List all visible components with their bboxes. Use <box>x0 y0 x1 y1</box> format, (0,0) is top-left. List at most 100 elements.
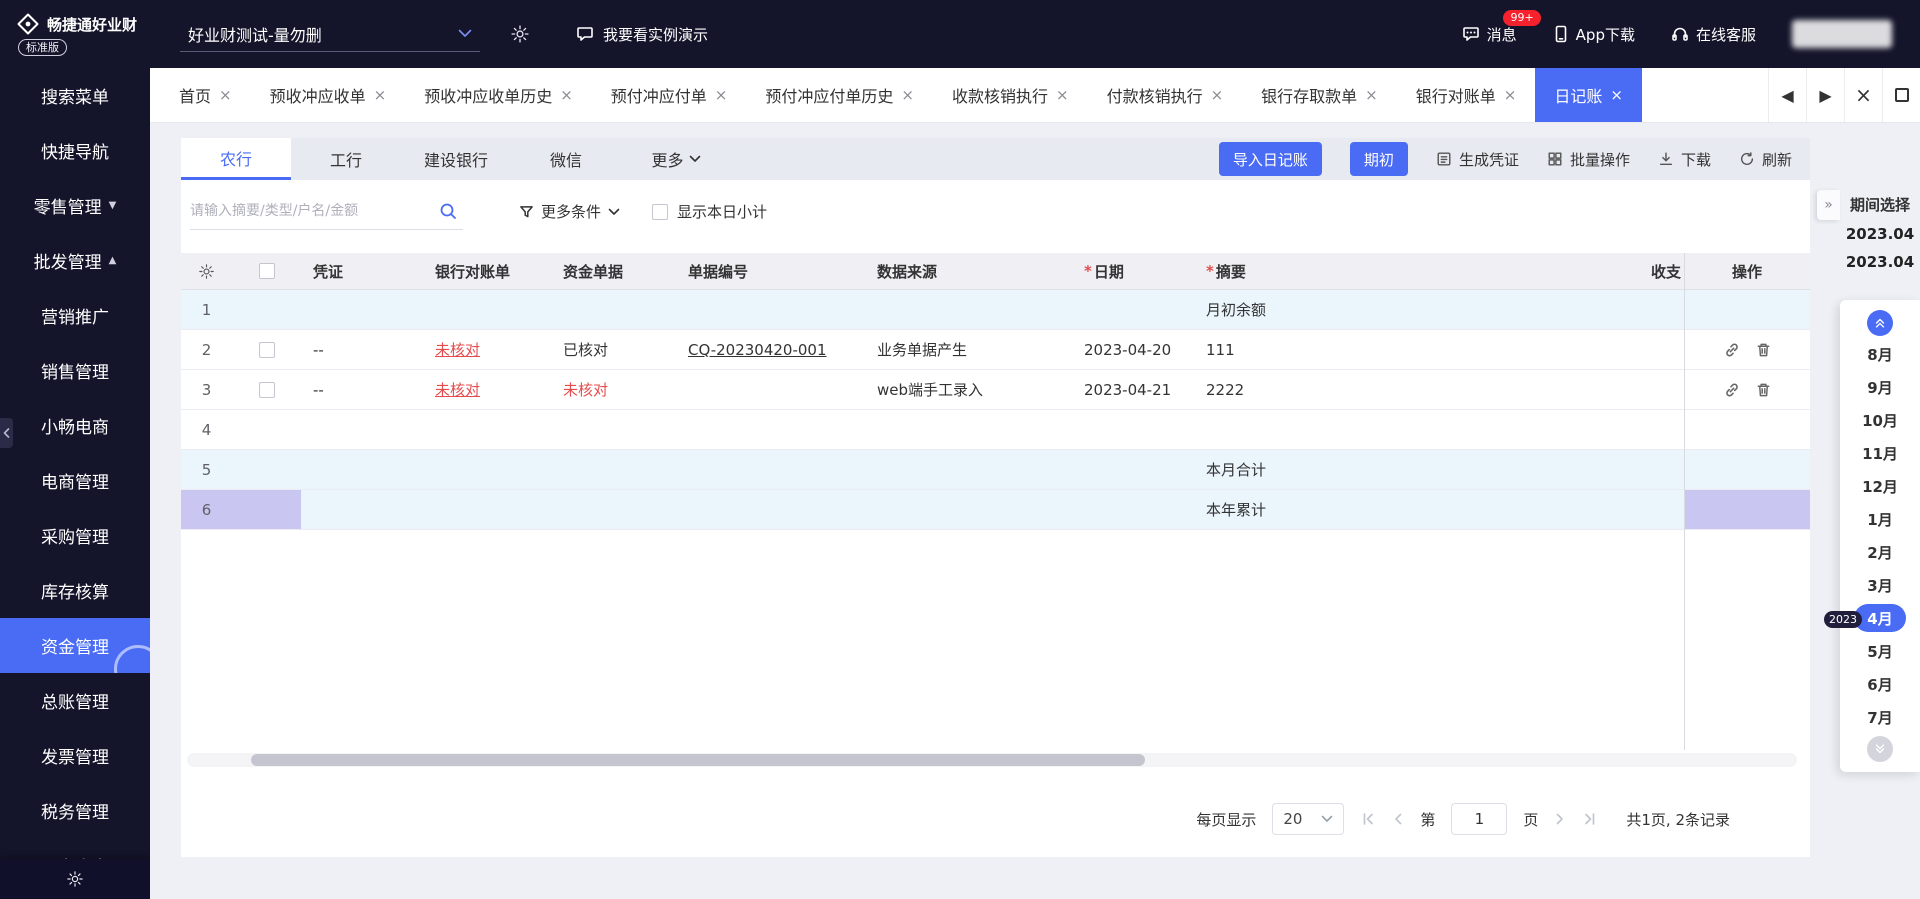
sidebar-item-sales-mgmt[interactable]: 销售管理 <box>0 343 150 398</box>
tab-close-icon[interactable]: × <box>1504 86 1517 104</box>
messages-button[interactable]: 消息 99+ <box>1462 9 1541 45</box>
tab-close-icon[interactable]: × <box>219 86 232 104</box>
more-conditions-button[interactable]: 更多条件 <box>519 201 620 222</box>
tab-close-icon[interactable]: × <box>374 86 387 104</box>
trash-icon[interactable] <box>1756 382 1771 398</box>
page-number-input[interactable] <box>1451 803 1508 835</box>
sidebar-item-quick-nav[interactable]: 快捷导航 <box>0 123 150 178</box>
tab-scroll-left-button[interactable]: ◀ <box>1768 68 1806 122</box>
sidebar-item-inventory-accounting[interactable]: 库存核算 <box>0 563 150 618</box>
tab-close-icon[interactable]: × <box>715 86 728 104</box>
sidebar-item-marketing[interactable]: 营销推广 <box>0 288 150 343</box>
sidebar-item-fund-mgmt[interactable]: 资金管理 <box>0 618 150 673</box>
tab-bank-statement[interactable]: 银行对账单 × <box>1397 68 1536 122</box>
prev-page-button[interactable] <box>1392 811 1404 827</box>
tab-prepayment-writeoff-history[interactable]: 预付冲应付单历史 × <box>746 68 933 122</box>
tab-prereceipt-writeoff-history[interactable]: 预收冲应收单历史 × <box>405 68 592 122</box>
month-item[interactable]: 11月 <box>1840 437 1920 470</box>
month-item[interactable]: 8月 <box>1840 338 1920 371</box>
sidebar-item-search-menu[interactable]: 搜索菜单 <box>0 68 150 123</box>
app-download-button[interactable]: App下载 <box>1553 24 1635 45</box>
period-collapse-handle[interactable]: » <box>1817 190 1840 220</box>
batch-operations-button[interactable]: 批量操作 <box>1547 149 1630 170</box>
month-item[interactable]: 9月 <box>1840 371 1920 404</box>
trash-icon[interactable] <box>1756 342 1771 358</box>
user-name-blurred[interactable] <box>1792 20 1892 48</box>
table-row-year-total[interactable]: 6 本年累计 <box>181 490 1810 530</box>
sidebar-item-tax-mgmt[interactable]: 税务管理 <box>0 783 150 838</box>
download-button[interactable]: 下载 <box>1658 149 1711 170</box>
horizontal-scrollbar-track[interactable] <box>187 753 1797 767</box>
row-number: 1 <box>181 290 232 329</box>
subtab-abc-bank[interactable]: 农行 <box>181 138 291 180</box>
search-input[interactable] <box>190 203 433 219</box>
months-scroll-down-button[interactable] <box>1867 736 1893 762</box>
next-page-button[interactable] <box>1554 811 1566 827</box>
row-checkbox[interactable] <box>258 381 275 398</box>
fullscreen-button[interactable] <box>1882 68 1920 122</box>
generate-voucher-button[interactable]: 生成凭证 <box>1436 149 1519 170</box>
sidebar-settings-gear-icon[interactable] <box>66 870 84 888</box>
period-to[interactable]: 2023.04 <box>1840 248 1920 276</box>
opening-balance-button[interactable]: 期初 <box>1349 142 1408 176</box>
doc-number-link[interactable]: CQ-20230420-001 <box>688 341 827 359</box>
sidebar-collapse-handle[interactable] <box>0 418 13 448</box>
per-page-select[interactable]: 20 <box>1272 803 1345 835</box>
tab-close-icon[interactable]: × <box>901 86 914 104</box>
sidebar-item-retail-mgmt[interactable]: 零售管理 ▼ <box>0 178 150 233</box>
month-item[interactable]: 5月 <box>1840 635 1920 668</box>
month-item[interactable]: 3月 <box>1840 569 1920 602</box>
daily-subtotal-checkbox[interactable] <box>652 203 669 220</box>
online-service-button[interactable]: 在线客服 <box>1671 24 1756 45</box>
sidebar-item-general-ledger[interactable]: 总账管理 <box>0 673 150 728</box>
subtab-ccb-bank[interactable]: 建设银行 <box>401 138 511 180</box>
tab-close-icon[interactable]: × <box>1610 86 1623 104</box>
tab-journal[interactable]: 日记账 × <box>1535 68 1642 122</box>
bank-statement-status-link[interactable]: 未核对 <box>435 339 480 360</box>
tab-close-icon[interactable]: × <box>1365 86 1378 104</box>
tab-close-icon[interactable]: × <box>560 86 573 104</box>
refresh-button[interactable]: 刷新 <box>1739 149 1792 170</box>
link-icon[interactable] <box>1724 382 1740 398</box>
last-page-button[interactable] <box>1582 811 1598 827</box>
month-item[interactable]: 12月 <box>1840 470 1920 503</box>
month-item[interactable]: 10月 <box>1840 404 1920 437</box>
month-item[interactable]: 1月 <box>1840 503 1920 536</box>
link-icon[interactable] <box>1724 342 1740 358</box>
demo-link[interactable]: 我要看实例演示 <box>576 24 708 45</box>
table-row: 2 -- 未核对 已核对 CQ-20230420-001 业务单据产生 2023… <box>181 330 1810 370</box>
tab-close-icon[interactable]: × <box>1211 86 1224 104</box>
tab-payment-verification[interactable]: 付款核销执行 × <box>1088 68 1243 122</box>
subtab-more[interactable]: 更多 <box>621 138 731 180</box>
org-selector[interactable]: 好业财测试-量勿删 <box>180 16 480 52</box>
sidebar-item-purchase-mgmt[interactable]: 采购管理 <box>0 508 150 563</box>
tab-bank-deposit-withdrawal[interactable]: 银行存取款单 × <box>1242 68 1397 122</box>
tab-receipt-verification[interactable]: 收款核销执行 × <box>933 68 1088 122</box>
tab-close-icon[interactable]: × <box>1056 86 1069 104</box>
subtab-icbc-bank[interactable]: 工行 <box>291 138 401 180</box>
sidebar-item-ecommerce-mgmt[interactable]: 电商管理 <box>0 453 150 508</box>
tab-prepayment-writeoff[interactable]: 预付冲应付单 × <box>592 68 747 122</box>
month-item[interactable]: 7月 <box>1840 701 1920 734</box>
horizontal-scrollbar-thumb[interactable] <box>251 754 1145 766</box>
tab-scroll-right-button[interactable]: ▶ <box>1806 68 1844 122</box>
sidebar-item-xiaochang-ecommerce[interactable]: 小畅电商 <box>0 398 150 453</box>
month-item[interactable]: 2月 <box>1840 536 1920 569</box>
tabs-close-button[interactable]: × <box>1844 68 1882 122</box>
topbar-settings-gear-icon[interactable] <box>510 24 530 44</box>
tab-prereceipt-writeoff[interactable]: 预收冲应收单 × <box>251 68 406 122</box>
month-item[interactable]: 6月 <box>1840 668 1920 701</box>
row-checkbox[interactable] <box>258 341 275 358</box>
search-icon[interactable] <box>439 202 457 220</box>
subtab-wechat[interactable]: 微信 <box>511 138 621 180</box>
sidebar-item-wholesale-mgmt[interactable]: 批发管理 ▲ <box>0 233 150 288</box>
bank-statement-status-link[interactable]: 未核对 <box>435 379 480 400</box>
sidebar-item-invoice-mgmt[interactable]: 发票管理 <box>0 728 150 783</box>
period-from[interactable]: 2023.04 <box>1840 220 1920 248</box>
select-all-checkbox[interactable] <box>258 263 275 279</box>
first-page-button[interactable] <box>1360 811 1376 827</box>
column-settings-gear-icon[interactable] <box>181 253 232 289</box>
import-journal-button[interactable]: 导入日记账 <box>1218 142 1322 176</box>
tab-home[interactable]: 首页 × <box>160 68 251 122</box>
months-scroll-up-button[interactable] <box>1867 310 1893 336</box>
